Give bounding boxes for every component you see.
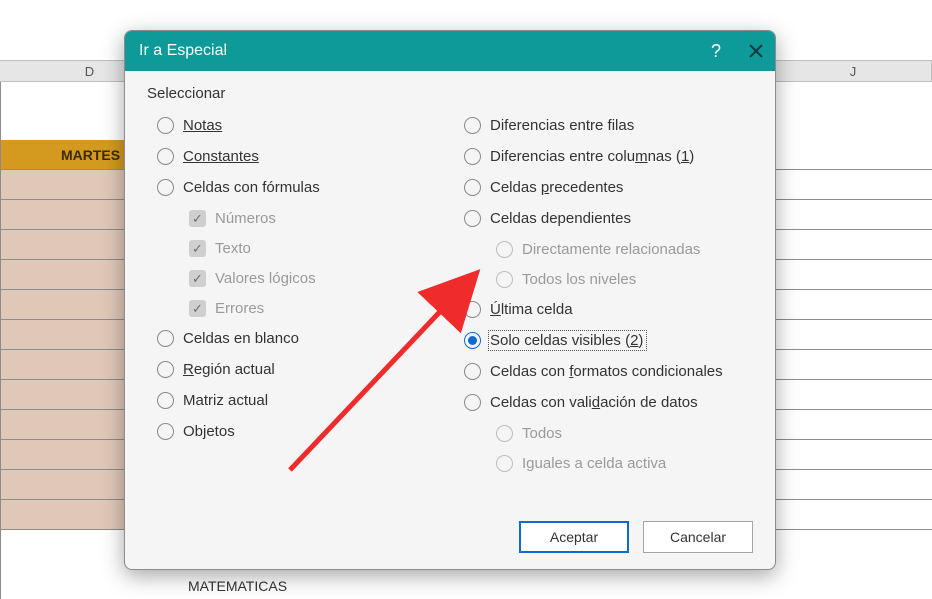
- sub-iguales: Iguales a celda activa: [454, 448, 753, 478]
- checkbox-icon: [189, 210, 206, 227]
- options-right: Diferencias entre filas Diferencias entr…: [454, 110, 753, 478]
- option-region[interactable]: Región actual: [147, 354, 446, 385]
- option-dependientes[interactable]: Celdas dependientes: [454, 203, 753, 234]
- help-button[interactable]: ?: [711, 41, 721, 62]
- option-ultima-celda[interactable]: Última celda: [454, 294, 753, 325]
- ok-button[interactable]: Aceptar: [519, 521, 629, 553]
- option-matriz[interactable]: Matriz actual: [147, 385, 446, 416]
- option-visible-cells[interactable]: Solo celdas visibles (2): [454, 325, 753, 356]
- cell-matematicas[interactable]: MATEMATICAS: [180, 573, 480, 599]
- option-notas[interactable]: Notas: [147, 110, 446, 141]
- checkbox-icon: [189, 270, 206, 287]
- close-button[interactable]: [747, 42, 765, 60]
- close-icon: [747, 42, 765, 60]
- option-validacion[interactable]: Celdas con validación de datos: [454, 387, 753, 418]
- radio-selected-icon: [464, 332, 481, 349]
- check-logicos: Valores lógicos: [147, 263, 446, 293]
- option-formatos-cond[interactable]: Celdas con formatos condicionales: [454, 356, 753, 387]
- dialog-titlebar: Ir a Especial ?: [125, 31, 775, 71]
- col-header-j[interactable]: J: [775, 61, 932, 81]
- sub-todos-niveles: Todos los niveles: [454, 264, 753, 294]
- check-texto: Texto: [147, 233, 446, 263]
- check-numeros: Números: [147, 203, 446, 233]
- checkbox-icon: [189, 300, 206, 317]
- group-label: Seleccionar: [147, 85, 753, 102]
- go-to-special-dialog: Ir a Especial ? Seleccionar Notas Consta…: [124, 30, 776, 570]
- cancel-button[interactable]: Cancelar: [643, 521, 753, 553]
- option-constantes[interactable]: Constantes: [147, 141, 446, 172]
- options-left: Notas Constantes Celdas con fórmulas Núm…: [147, 110, 446, 478]
- sub-directamente: Directamente relacionadas: [454, 234, 753, 264]
- option-objetos[interactable]: Objetos: [147, 416, 446, 447]
- check-errores: Errores: [147, 293, 446, 323]
- option-dif-columnas[interactable]: Diferencias entre columnas (1): [454, 141, 753, 172]
- option-blanco[interactable]: Celdas en blanco: [147, 323, 446, 354]
- dialog-title: Ir a Especial: [139, 42, 227, 60]
- option-precedentes[interactable]: Celdas precedentes: [454, 172, 753, 203]
- option-formulas[interactable]: Celdas con fórmulas: [147, 172, 446, 203]
- sub-todos: Todos: [454, 418, 753, 448]
- checkbox-icon: [189, 240, 206, 257]
- option-dif-filas[interactable]: Diferencias entre filas: [454, 110, 753, 141]
